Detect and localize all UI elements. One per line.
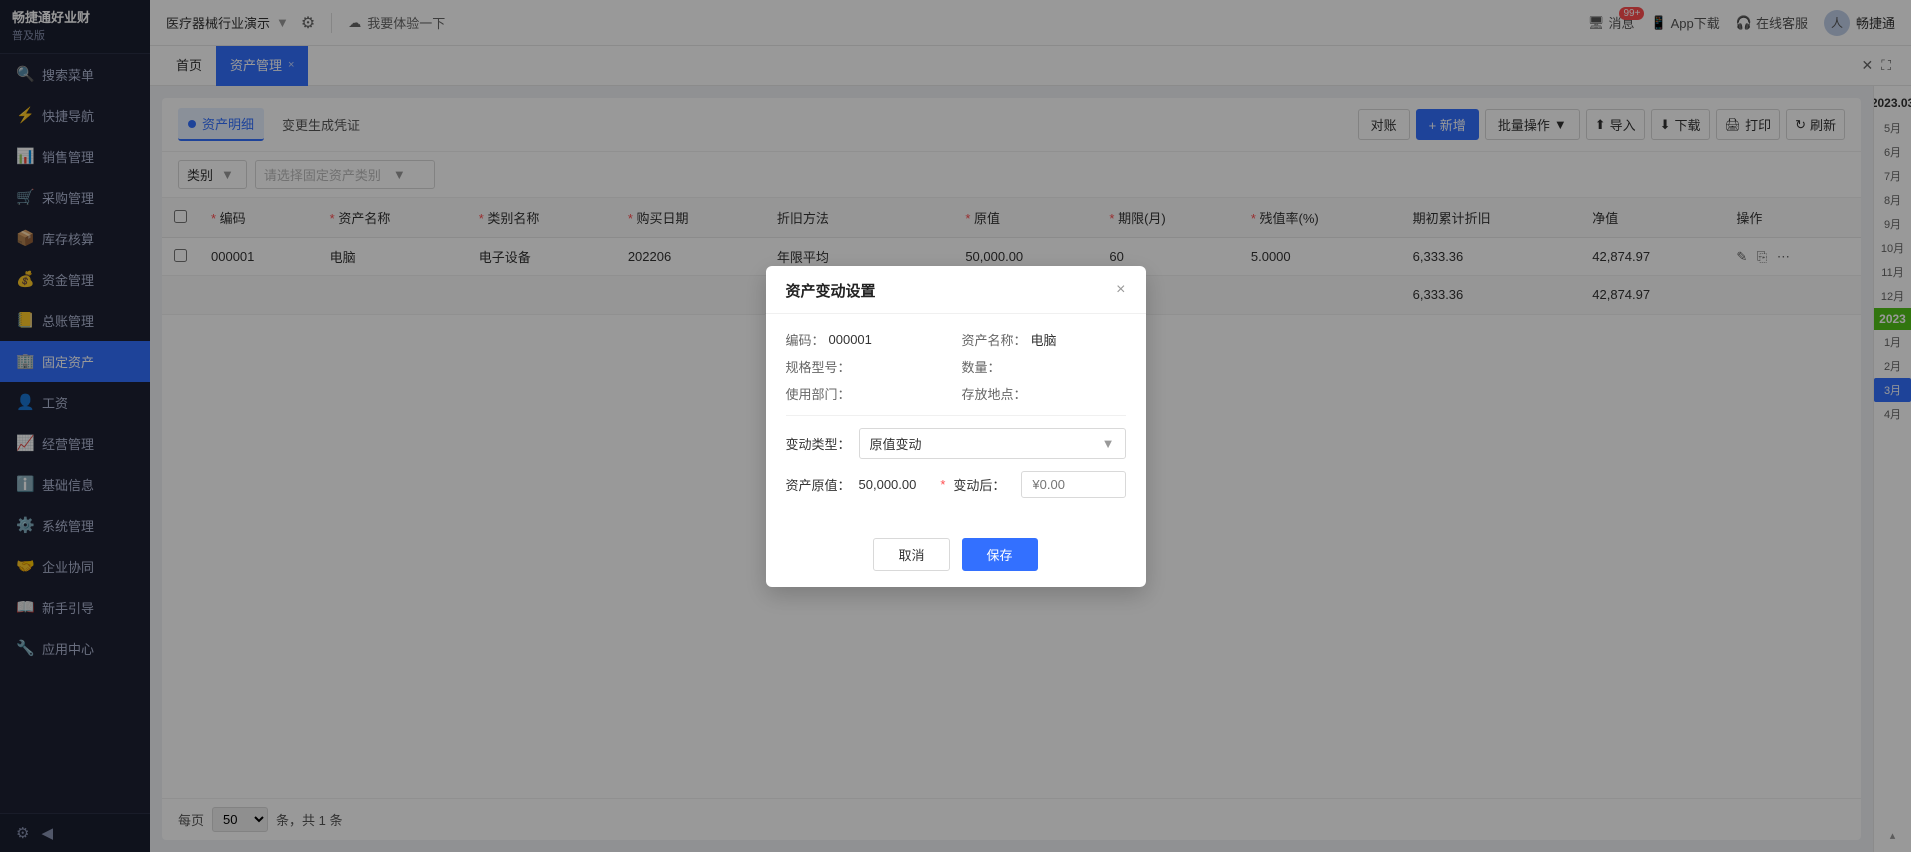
- original-value-label: 资产原值：: [786, 475, 851, 494]
- spec-label: 规格型号：: [786, 357, 851, 376]
- modal-title: 资产变动设置: [786, 280, 876, 301]
- modal-close-button[interactable]: ×: [1116, 281, 1125, 299]
- asset-name-value: 电脑: [1031, 330, 1057, 349]
- modal-info-grid: 编码： 000001 资产名称： 电脑 规格型号： 数量： 使用部门：: [786, 330, 1126, 403]
- modal-name-field: 资产名称： 电脑: [962, 330, 1126, 349]
- modal-divider: [786, 415, 1126, 416]
- chevron-down-icon: ▼: [1102, 436, 1115, 451]
- code-value: 000001: [829, 332, 872, 347]
- modal-body: 编码： 000001 资产名称： 电脑 规格型号： 数量： 使用部门：: [766, 314, 1146, 526]
- dept-label: 使用部门：: [786, 384, 851, 403]
- change-type-label: 变动类型：: [786, 434, 851, 453]
- modal-overlay: 资产变动设置 × 编码： 000001 资产名称： 电脑 规格型号： 数量：: [0, 0, 1911, 852]
- change-type-text: 原值变动: [870, 434, 922, 453]
- modal-location-field: 存放地点：: [962, 384, 1126, 403]
- modal-header: 资产变动设置 ×: [766, 266, 1146, 314]
- required-star: *: [940, 477, 945, 492]
- code-label: 编码：: [786, 330, 825, 349]
- after-label: 变动后：: [953, 475, 1013, 494]
- modal-code-field: 编码： 000001: [786, 330, 950, 349]
- modal-dept-field: 使用部门：: [786, 384, 950, 403]
- save-button[interactable]: 保存: [962, 538, 1038, 571]
- asset-change-modal: 资产变动设置 × 编码： 000001 资产名称： 电脑 规格型号： 数量：: [766, 266, 1146, 587]
- quantity-label: 数量：: [962, 357, 1001, 376]
- original-value-display: 50,000.00: [859, 477, 917, 492]
- change-type-row: 变动类型： 原值变动 ▼: [786, 428, 1126, 459]
- cancel-button[interactable]: 取消: [873, 538, 949, 571]
- after-value-input[interactable]: [1021, 471, 1125, 498]
- asset-name-label: 资产名称：: [962, 330, 1027, 349]
- change-type-select[interactable]: 原值变动 ▼: [859, 428, 1126, 459]
- change-type-value: 原值变动 ▼: [859, 428, 1126, 459]
- location-label: 存放地点：: [962, 384, 1027, 403]
- modal-footer: 取消 保存: [766, 526, 1146, 587]
- original-value-row: 资产原值： 50,000.00 * 变动后：: [786, 471, 1126, 498]
- modal-spec-field: 规格型号：: [786, 357, 950, 376]
- modal-quantity-field: 数量：: [962, 357, 1126, 376]
